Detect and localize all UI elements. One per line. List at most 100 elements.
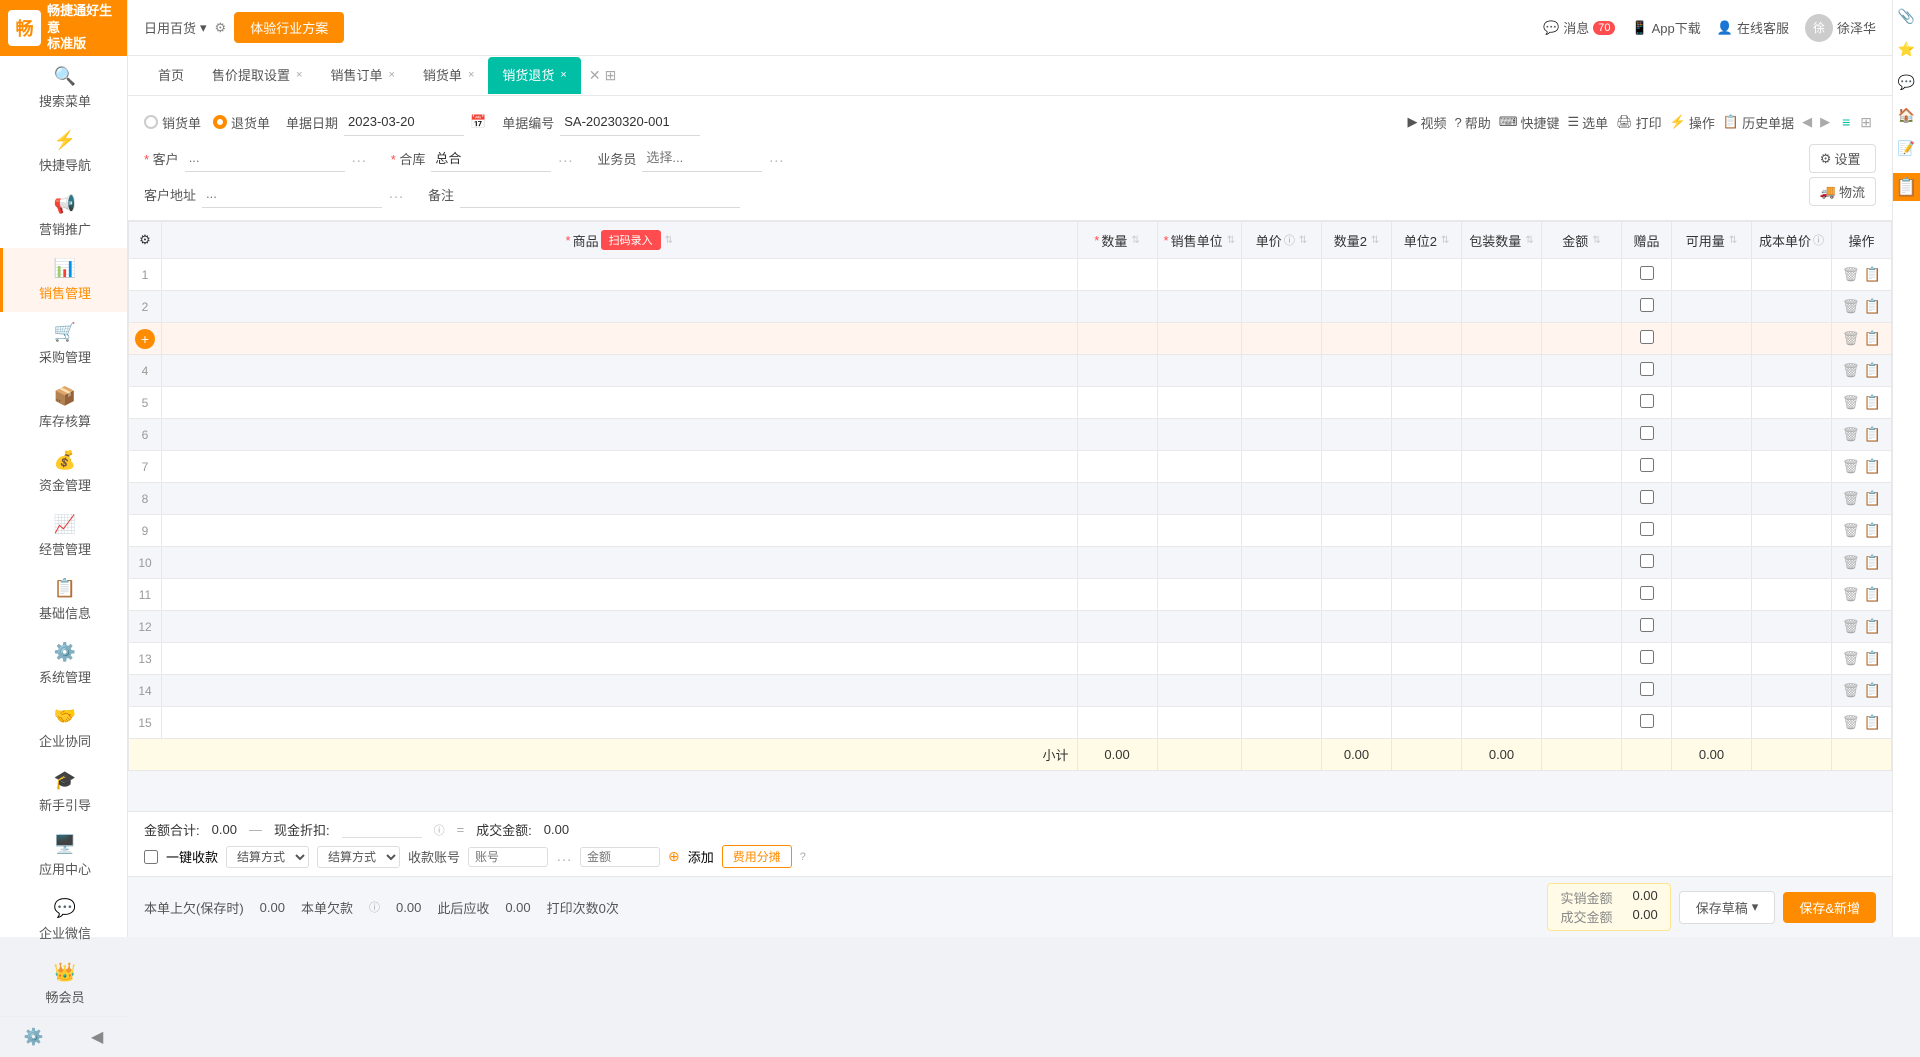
amount-cell[interactable] [1542,419,1622,451]
price-cell[interactable] [1242,675,1322,707]
unit-cell[interactable] [1157,579,1241,611]
pkg-cell[interactable] [1462,387,1542,419]
pkg-cell[interactable] [1462,355,1542,387]
available-cell[interactable] [1672,579,1752,611]
salesperson-input[interactable] [642,144,762,172]
amount-sort-icon[interactable]: ⇅ [1592,235,1600,246]
help-btn[interactable]: ? 帮助 [1454,113,1490,132]
tab-home[interactable]: 首页 [144,57,198,94]
sidebar-item-operations[interactable]: 📈 经营管理 [0,504,127,568]
amount-cell[interactable] [1542,515,1622,547]
product-cell[interactable] [162,323,1078,355]
salesperson-dots[interactable]: … [768,149,784,167]
gift-cell[interactable] [1622,547,1672,579]
amount-cell[interactable] [1542,355,1622,387]
product-cell[interactable] [162,675,1078,707]
amount-cell[interactable] [1542,547,1622,579]
unit-cell[interactable] [1157,323,1241,355]
available-cell[interactable] [1672,675,1752,707]
sidebar-item-system[interactable]: ⚙️ 系统管理 [0,632,127,696]
unit-cell[interactable] [1157,547,1241,579]
logistics-side-btn[interactable]: 🚚 物流 [1809,177,1876,206]
product-cell[interactable] [162,707,1078,739]
qty-cell[interactable] [1077,451,1157,483]
qty-cell[interactable] [1077,291,1157,323]
gift-checkbox[interactable] [1640,490,1654,504]
available-cell[interactable] [1672,547,1752,579]
experience-btn[interactable]: 体验行业方案 [234,12,344,43]
add-payment-icon[interactable]: ⊕ [668,848,680,865]
address-dots[interactable]: … [388,185,404,203]
price-cell[interactable] [1242,291,1322,323]
user-profile[interactable]: 徐 徐泽华 [1805,14,1876,42]
online-service-btn[interactable]: 👤 在线客服 [1717,18,1789,37]
available-cell[interactable] [1672,355,1752,387]
order-no-input[interactable] [560,108,700,136]
copy-row-icon[interactable]: 📋 [1864,298,1881,315]
radio-sales[interactable]: 销货单 [144,113,201,132]
sidebar-item-member[interactable]: 👑 畅会员 [0,952,127,1016]
qty-cell[interactable] [1077,323,1157,355]
product-cell[interactable] [162,515,1078,547]
settlement-method-select[interactable]: 结算方式 [226,846,309,868]
warehouse-input[interactable] [431,144,551,172]
delete-row-icon[interactable]: 🗑 [1842,266,1860,283]
unit-sort-icon[interactable]: ⇅ [1227,235,1235,246]
print-btn[interactable]: 🖨 打印 [1616,113,1662,132]
qty-cell[interactable] [1077,515,1157,547]
sidebar-item-apps[interactable]: 🖥️ 应用中心 [0,824,127,888]
copy-row-icon[interactable]: 📋 [1864,650,1881,667]
delete-row-icon[interactable]: 🗑 [1842,650,1860,667]
customer-input[interactable] [185,144,345,172]
payment-amount-input[interactable] [580,847,660,867]
qty2-sort-icon[interactable]: ⇅ [1371,235,1379,246]
pkg-cell[interactable] [1462,483,1542,515]
unit2-cell[interactable] [1392,579,1462,611]
delete-row-icon[interactable]: 🗑 [1842,490,1860,507]
qty-cell[interactable] [1077,675,1157,707]
delete-row-icon[interactable]: 🗑 [1842,394,1860,411]
delete-row-icon[interactable]: 🗑 [1842,554,1860,571]
pkg-cell[interactable] [1462,323,1542,355]
gift-checkbox[interactable] [1640,362,1654,376]
unit-cell[interactable] [1157,419,1241,451]
pkg-cell[interactable] [1462,291,1542,323]
product-cell[interactable] [162,259,1078,291]
calendar-icon[interactable]: 📅 [470,114,486,130]
sidebar-item-purchase[interactable]: 🛒 采购管理 [0,312,127,376]
price-cell[interactable] [1242,259,1322,291]
sidebar-item-wechat[interactable]: 💬 企业微信 [0,888,127,952]
price-cell[interactable] [1242,451,1322,483]
delete-row-icon[interactable]: 🗑 [1842,522,1860,539]
qty-cell[interactable] [1077,387,1157,419]
right-panel-icon-4[interactable]: 🏠 [1898,107,1915,124]
right-panel-icon-5[interactable]: 📝 [1898,140,1915,157]
customer-dots[interactable]: … [351,149,367,167]
th-settings[interactable]: ⚙ [129,222,162,259]
qty2-cell[interactable] [1322,611,1392,643]
gift-cell[interactable] [1622,707,1672,739]
prev-record-icon[interactable]: ◀ [1802,114,1812,130]
gift-checkbox[interactable] [1640,522,1654,536]
save-new-btn[interactable]: 保存&新增 [1783,892,1876,923]
available-cell[interactable] [1672,483,1752,515]
pkg-cell[interactable] [1462,515,1542,547]
gift-checkbox[interactable] [1640,650,1654,664]
delete-row-icon[interactable]: 🗑 [1842,682,1860,699]
tab-close-sales-return[interactable]: × [560,69,566,81]
copy-row-icon[interactable]: 📋 [1864,394,1881,411]
qty-cell[interactable] [1077,643,1157,675]
gift-checkbox[interactable] [1640,266,1654,280]
copy-row-icon[interactable]: 📋 [1864,330,1881,347]
copy-row-icon[interactable]: 📋 [1864,426,1881,443]
qty2-cell[interactable] [1322,483,1392,515]
unit-cell[interactable] [1157,675,1241,707]
gift-checkbox[interactable] [1640,458,1654,472]
fee-split-btn[interactable]: 费用分摊 [722,845,792,868]
gift-cell[interactable] [1622,323,1672,355]
price-cell[interactable] [1242,643,1322,675]
copy-row-icon[interactable]: 📋 [1864,618,1881,635]
gift-cell[interactable] [1622,579,1672,611]
available-cell[interactable] [1672,451,1752,483]
gift-cell[interactable] [1622,291,1672,323]
